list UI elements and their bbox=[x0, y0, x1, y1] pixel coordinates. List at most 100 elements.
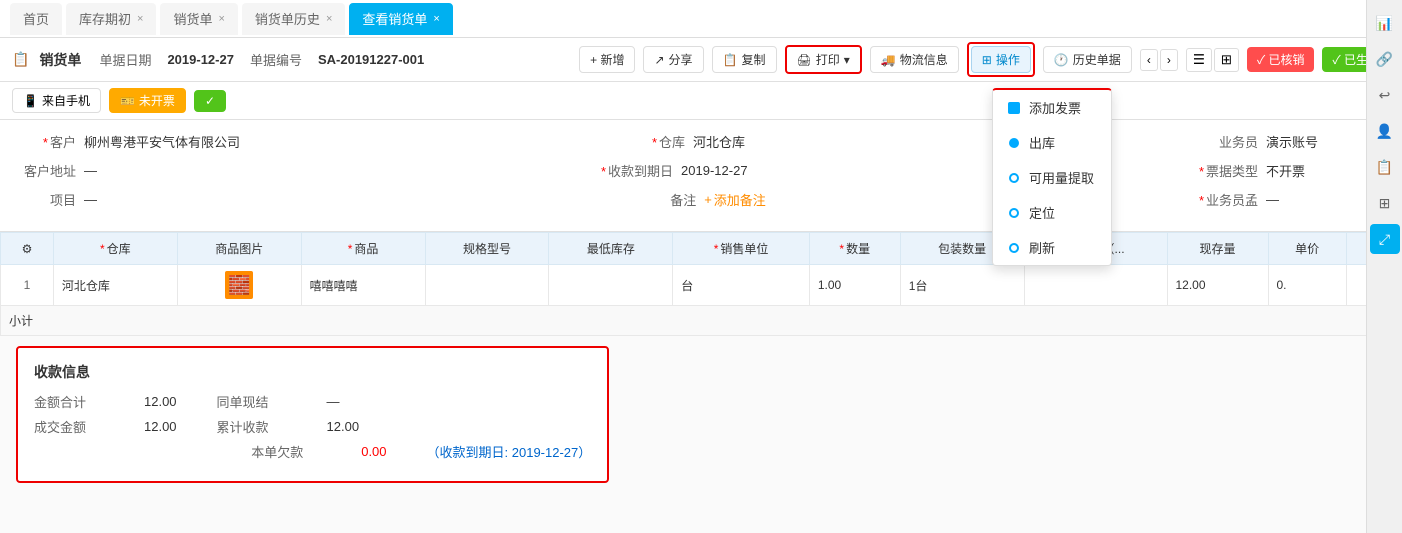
col-current-stock: 现存量 bbox=[1167, 233, 1268, 265]
form-area: 客户 柳州粤港平安气体有限公司 仓库 河北仓库 业务员 演示账号 客户地址 — … bbox=[0, 120, 1402, 232]
cancelled-button[interactable]: ✓ 已核销 bbox=[1247, 47, 1315, 72]
warehouse-label: 仓库 bbox=[625, 132, 685, 151]
same-order-label: 同单现结 bbox=[217, 392, 287, 411]
sidebar-icon-4[interactable]: 👤 bbox=[1370, 116, 1400, 146]
list-view-button[interactable]: ☰ bbox=[1186, 48, 1212, 72]
locate-label: 定位 bbox=[1029, 203, 1055, 222]
sidebar-icon-2[interactable]: 🔗 bbox=[1370, 44, 1400, 74]
same-order-value: — bbox=[327, 394, 340, 409]
amount-value: 12.00 bbox=[144, 394, 177, 409]
row-price: 0. bbox=[1268, 265, 1346, 306]
form-row-3: 项目 — 备注 添加备注 业务员孟 — bbox=[16, 190, 1386, 209]
staff2-label: 业务员孟 bbox=[1198, 190, 1258, 209]
row-min-stock bbox=[549, 265, 673, 306]
toolbar-actions: + 新增 ↗ 分享 📋 复制 🖨 打印 ▾ 🚚 物流信息 ⊞ 操作 bbox=[579, 42, 1390, 77]
grid-view-button[interactable]: ⊞ bbox=[1214, 48, 1239, 72]
add-invoice-icon bbox=[1007, 101, 1021, 115]
doc-number-value: SA-20191227-001 bbox=[318, 52, 424, 67]
dropdown-refresh[interactable]: 刷新 bbox=[993, 230, 1111, 265]
due-note: （收款到期日: 2019-12-27） bbox=[427, 442, 592, 461]
ticket-label: 票据类型 bbox=[1198, 161, 1258, 180]
sidebar-icon-5[interactable]: 📋 bbox=[1370, 152, 1400, 182]
tab-home-label: 首页 bbox=[23, 9, 49, 28]
confirm-button[interactable]: ✓ bbox=[194, 90, 226, 112]
row-current-stock: 12.00 bbox=[1167, 265, 1268, 306]
dropdown-locate[interactable]: 定位 bbox=[993, 195, 1111, 230]
content-area: 收款信息 金额合计 12.00 同单现结 — 成交金额 12.00 累计收款 1… bbox=[0, 336, 1402, 496]
staff-label: 业务员 bbox=[1198, 132, 1258, 151]
table-row: 1 河北仓库 🧱 嘻嘻嘻嘻 台 1.00 1台 12.00 0. bbox=[1, 265, 1402, 306]
sidebar-expand-button[interactable]: ⤢ bbox=[1370, 224, 1400, 254]
logistics-button[interactable]: 🚚 物流信息 bbox=[870, 46, 959, 73]
tab-view-sales-label: 查看销货单 bbox=[362, 9, 427, 28]
address-value: — bbox=[84, 163, 204, 178]
col-product: *商品 bbox=[301, 233, 425, 265]
row-pack-qty: 1台 bbox=[900, 265, 1024, 306]
dropdown-available-extract[interactable]: 可用量提取 bbox=[993, 160, 1111, 195]
tab-sales[interactable]: 销货单 × bbox=[160, 3, 237, 35]
tab-sales-history[interactable]: 销货单历史 × bbox=[242, 3, 345, 35]
operation-button-wrapper: ⊞ 操作 bbox=[967, 42, 1035, 77]
note-label: 备注 bbox=[636, 190, 696, 209]
action-row: 📱 来自手机 🎫 未开票 ✓ bbox=[0, 82, 1402, 120]
table-header-row: ⚙ *仓库 商品图片 *商品 规格型号 最低库存 *销售单位 *数量 包装数量 … bbox=[1, 233, 1402, 265]
doc-date-value: 2019-12-27 bbox=[167, 52, 234, 67]
add-button[interactable]: + 新增 bbox=[579, 46, 635, 73]
ticket-icon: 🎫 bbox=[120, 94, 135, 108]
due-date-value: 2019-12-27 bbox=[681, 163, 801, 178]
row-warehouse: 河北仓库 bbox=[53, 265, 177, 306]
dropdown-outbound[interactable]: 出库 bbox=[993, 125, 1111, 160]
project-value: — bbox=[84, 192, 204, 207]
tab-sales-history-close[interactable]: × bbox=[326, 13, 332, 25]
tab-sales-close[interactable]: × bbox=[218, 13, 224, 25]
transaction-value: 12.00 bbox=[144, 419, 177, 434]
col-image: 商品图片 bbox=[177, 233, 301, 265]
print-button[interactable]: 🖨 打印 ▾ bbox=[785, 45, 862, 74]
address-label: 客户地址 bbox=[16, 161, 76, 180]
not-opened-label: 未开票 bbox=[139, 92, 175, 109]
not-opened-button[interactable]: 🎫 未开票 bbox=[109, 88, 186, 113]
tab-inventory-close[interactable]: × bbox=[137, 13, 143, 25]
add-note-button[interactable]: 添加备注 bbox=[704, 190, 766, 209]
row-spec bbox=[425, 265, 549, 306]
row-product: 嘻嘻嘻嘻 bbox=[301, 265, 425, 306]
prev-button[interactable]: ‹ bbox=[1140, 49, 1158, 71]
logistics-icon: 🚚 bbox=[881, 53, 896, 67]
sidebar-icon-1[interactable]: 📊 bbox=[1370, 8, 1400, 38]
next-button[interactable]: › bbox=[1160, 49, 1178, 71]
history-button[interactable]: 🕐 历史单据 bbox=[1043, 46, 1132, 73]
available-extract-label: 可用量提取 bbox=[1029, 168, 1094, 187]
refresh-icon bbox=[1007, 241, 1021, 255]
sidebar-icon-3[interactable]: ↩ bbox=[1370, 80, 1400, 110]
amount-label: 金额合计 bbox=[34, 392, 104, 411]
tab-sales-label: 销货单 bbox=[173, 9, 212, 28]
tab-view-sales[interactable]: 查看销货单 × bbox=[349, 3, 452, 35]
form-row-2: 客户地址 — 收款到期日 2019-12-27 票据类型 不开票 bbox=[16, 161, 1386, 180]
print-dropdown-icon: ▾ bbox=[844, 53, 850, 67]
col-qty: *数量 bbox=[809, 233, 900, 265]
tab-home[interactable]: 首页 bbox=[10, 3, 62, 35]
available-extract-icon bbox=[1007, 171, 1021, 185]
share-button[interactable]: ↗ 分享 bbox=[643, 46, 703, 73]
from-phone-button[interactable]: 📱 来自手机 bbox=[12, 88, 101, 113]
warehouse-value: 河北仓库 bbox=[693, 132, 813, 151]
product-table: ⚙ *仓库 商品图片 *商品 规格型号 最低库存 *销售单位 *数量 包装数量 … bbox=[0, 232, 1402, 336]
row-qty: 1.00 bbox=[809, 265, 900, 306]
payment-box: 收款信息 金额合计 12.00 同单现结 — 成交金额 12.00 累计收款 1… bbox=[16, 346, 609, 483]
due-label: 本单欠款 bbox=[251, 442, 321, 461]
dropdown-add-invoice[interactable]: 添加发票 bbox=[993, 90, 1111, 125]
payment-title: 收款信息 bbox=[34, 362, 591, 382]
customer-value: 柳州粤港平安气体有限公司 bbox=[84, 132, 240, 151]
doc-meta: 单据日期 2019-12-27 单据编号 SA-20191227-001 bbox=[99, 50, 424, 69]
from-phone-label: 来自手机 bbox=[42, 92, 90, 109]
tab-sales-history-label: 销货单历史 bbox=[255, 9, 320, 28]
sidebar-icon-6[interactable]: ⊞ bbox=[1370, 188, 1400, 218]
operations-dropdown: 添加发票 出库 可用量提取 定位 刷新 bbox=[992, 88, 1112, 266]
operation-icon: ⊞ bbox=[982, 53, 992, 67]
tab-inventory[interactable]: 库存期初 × bbox=[66, 3, 156, 35]
tab-view-sales-close[interactable]: × bbox=[433, 13, 439, 25]
col-price: 单价 bbox=[1268, 233, 1346, 265]
operation-button[interactable]: ⊞ 操作 bbox=[971, 46, 1031, 73]
copy-button[interactable]: 📋 复制 bbox=[712, 46, 777, 73]
form-row-1: 客户 柳州粤港平安气体有限公司 仓库 河北仓库 业务员 演示账号 bbox=[16, 132, 1386, 151]
